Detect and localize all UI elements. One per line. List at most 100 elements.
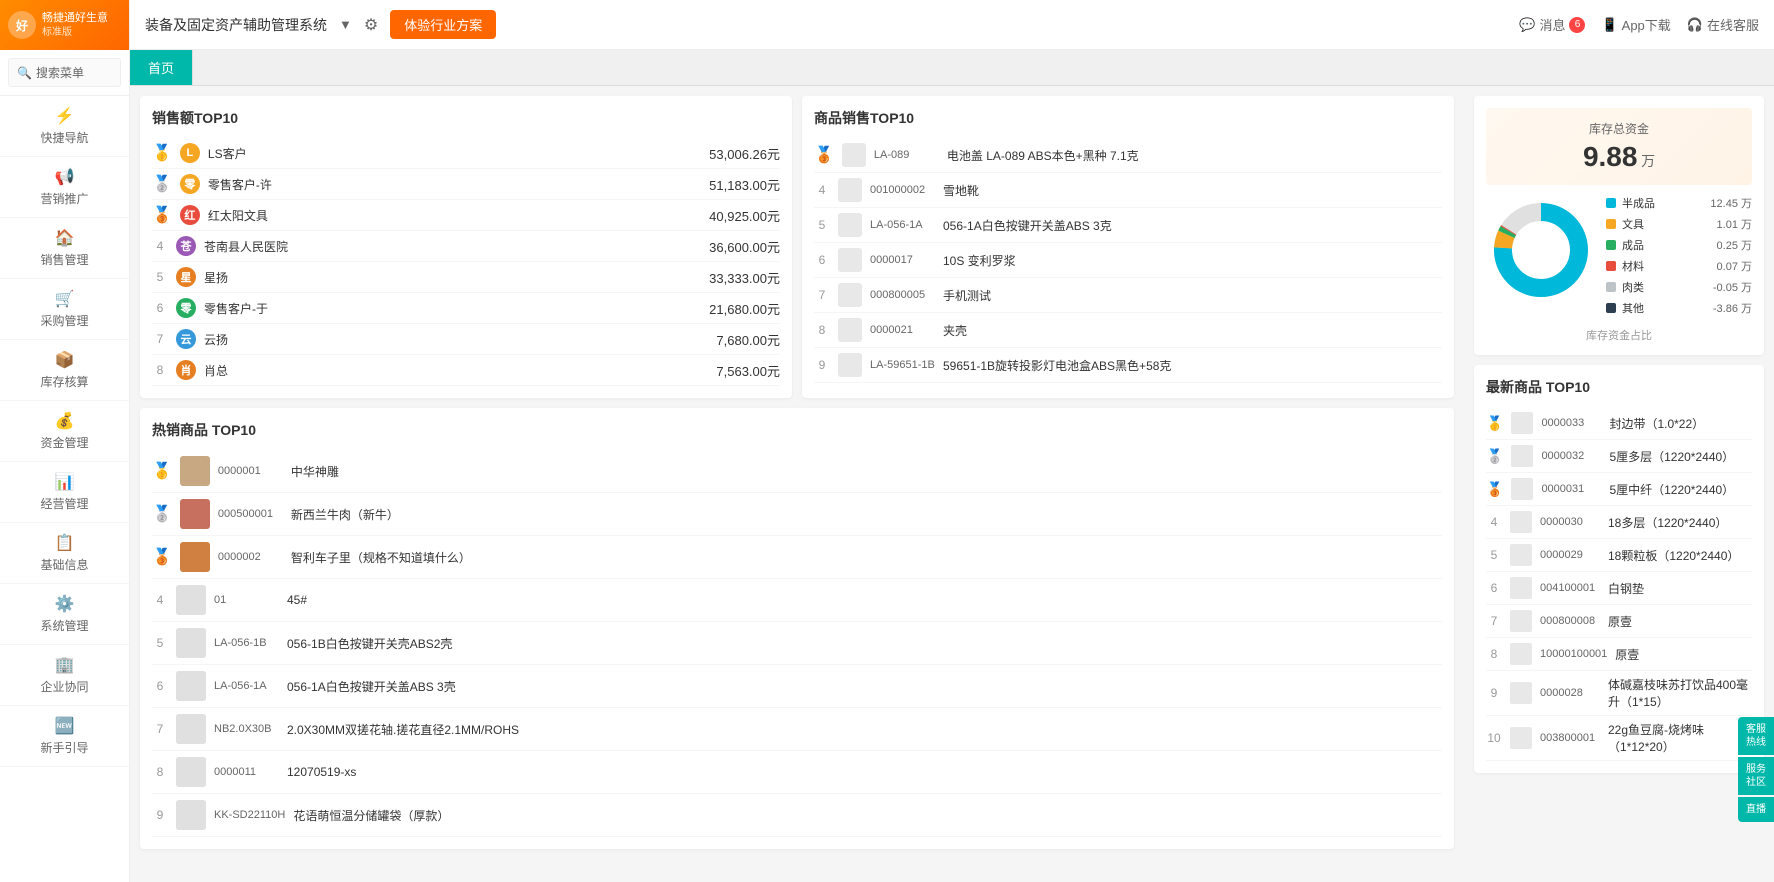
product-img [838,213,862,237]
sidebar-item-operation[interactable]: 📊 经营管理 [0,462,129,523]
sidebar-item-enterprise[interactable]: 🏢 企业协同 [0,645,129,706]
customer-amount: 33,333.00元 [709,268,780,287]
marketing-icon: 📢 [55,167,75,187]
hot-name: 056-1B白色按键开关壳ABS2壳 [287,635,1442,652]
newest-title: 最新商品 TOP10 [1486,377,1590,397]
float-buttons: 客服热线 服务社区 直播 [1738,717,1774,822]
newest-name: 原壹 [1608,613,1752,630]
sidebar: 好 畅捷通好生意 标准版 🔍 搜索菜单 ⚡ 快捷导航 📢 营销推广 🏠 销售管理… [0,0,130,882]
hot-code: 000500001 [218,508,283,520]
newest-name: 原壹 [1615,646,1752,663]
hot-code: LA-056-1A [214,680,279,692]
sidebar-item-purchase[interactable]: 🛒 采购管理 [0,279,129,340]
customer-name: 红太阳文具 [208,207,701,224]
hot-product-row: 5 LA-056-1B 056-1B白色按键开关壳ABS2壳 [152,622,1442,665]
customer-row: 5 星 星扬 33,333.00元 [152,262,780,293]
product-code: LA-59651-1B [870,359,935,371]
customer-amount: 36,600.00元 [709,237,780,256]
newest-name: 体碱嘉枝味苏打饮品400毫升（1*15） [1608,676,1752,710]
tab-home[interactable]: 首页 [130,50,193,85]
hot-product-row: 4 01 45# [152,579,1442,622]
app-download-button[interactable]: 📱 App下载 [1601,15,1670,34]
newest-product-row: 🥇 0000033 封边带（1.0*22） [1486,407,1752,440]
product-name: 雪地靴 [943,182,1442,199]
customer-amount: 21,680.00元 [709,299,780,318]
sale-product-row: 8 0000021 夹壳 [814,313,1442,348]
legend-item: 肉类 -0.05 万 [1606,279,1752,295]
hot-products-list: 🥇 0000001 中华神雕 🥈 000500001 新西兰牛肉（新牛） 🥉 0… [152,450,1442,837]
legend-dot [1606,198,1616,208]
legend-dot [1606,303,1616,313]
newest-product-img [1510,682,1532,704]
inventory-icon: 📦 [55,350,75,370]
trial-button[interactable]: 体验行业方案 [390,10,496,39]
customer-name: LS客户 [208,145,701,162]
customer-badge: 云 [176,329,196,349]
hot-product-img [180,499,210,529]
search-area[interactable]: 🔍 搜索菜单 [0,50,129,96]
float-service-btn[interactable]: 客服热线 [1738,717,1774,755]
sidebar-item-guide[interactable]: 🆕 新手引导 [0,706,129,767]
main-area: 装备及固定资产辅助管理系统 ▼ ⚙ 体验行业方案 💬 消息 6 📱 App下载 … [130,0,1774,882]
chart-legend: 半成品 12.45 万 文具 1.01 万 成品 0.25 万 材料 0.07 … [1486,195,1752,321]
legend-dot [1606,282,1616,292]
product-img [838,248,862,272]
page-tabs: 首页 [130,50,1774,86]
purchase-icon: 🛒 [55,289,75,309]
inventory-card: 库存总资金 9.88 万 [1474,96,1764,355]
customer-name: 零售客户-于 [204,300,701,317]
sidebar-item-quick[interactable]: ⚡ 快捷导航 [0,96,129,157]
search-button[interactable]: 🔍 搜索菜单 [8,58,121,87]
online-service-button[interactable]: 🎧 在线客服 [1687,15,1759,34]
hot-name: 智利车子里（规格不知道填什么） [291,549,1442,566]
top-customers-card: 销售额TOP10 🥇 L LS客户 53,006.26元 🥈 零 零售客户-许 … [140,96,792,398]
messages-button[interactable]: 💬 消息 6 [1519,15,1585,34]
newest-products-card: 最新商品 TOP10 🥇 0000033 封边带（1.0*22） 🥈 00000… [1474,365,1764,773]
sidebar-item-system[interactable]: ⚙️ 系统管理 [0,584,129,645]
hot-products-card: 热销商品 TOP10 🥇 0000001 中华神雕 🥈 000500001 新西… [140,408,1454,849]
sidebar-item-sales[interactable]: 🏠 销售管理 [0,218,129,279]
settings-icon[interactable]: ⚙ [364,15,378,35]
hot-name: 056-1A白色按键开关盖ABS 3壳 [287,678,1442,695]
message-icon: 💬 [1519,17,1535,33]
guide-icon: 🆕 [55,716,75,736]
dropdown-arrow[interactable]: ▼ [339,17,352,32]
hot-name: 12070519-xs [287,765,1442,779]
sale-product-row: 6 0000017 10S 变利罗浆 [814,243,1442,278]
inventory-label: 库存总资金 [1502,120,1736,137]
donut-chart [1486,195,1596,305]
legend-label: 材料 [1622,258,1644,274]
customer-badge: 红 [180,205,200,225]
sale-title: 商品销售TOP10 [814,108,914,128]
sidebar-item-marketing[interactable]: 📢 营销推广 [0,157,129,218]
float-community-btn[interactable]: 服务社区 [1738,757,1774,795]
newest-code: 0000032 [1541,450,1601,462]
hot-product-img [176,800,206,830]
sale-product-row: 7 000800005 手机测试 [814,278,1442,313]
operation-icon: 📊 [55,472,75,492]
product-img [838,353,862,377]
legend-label: 文具 [1622,216,1644,232]
float-live-btn[interactable]: 直播 [1738,797,1774,822]
hot-product-row: 9 KK-SD22110H 花语萌恒温分储罐袋（厚款） [152,794,1442,837]
sales-icon: 🏠 [55,228,75,248]
sale-product-row: 4 001000002 雪地靴 [814,173,1442,208]
product-name: 电池盖 LA-089 ABS本色+黑种 7.1克 [947,147,1442,164]
hot-name: 中华神雕 [291,463,1442,480]
newest-name: 5厘中纤（1220*2440） [1609,481,1752,498]
hot-code: 01 [214,594,279,606]
sidebar-item-basic[interactable]: 📋 基础信息 [0,523,129,584]
newest-code: 0000030 [1540,516,1600,528]
hot-name: 2.0X30MM双搓花轴.搓花直径2.1MM/ROHS [287,721,1442,738]
inventory-total: 库存总资金 9.88 万 [1486,108,1752,185]
product-name: 夹壳 [943,322,1442,339]
sidebar-item-finance[interactable]: 💰 资金管理 [0,401,129,462]
message-badge: 6 [1569,17,1585,33]
sidebar-item-inventory[interactable]: 📦 库存核算 [0,340,129,401]
finance-icon: 💰 [55,411,75,431]
newest-code: 003800001 [1540,732,1600,744]
customer-amount: 51,183.00元 [709,175,780,194]
customer-amount: 7,563.00元 [716,361,780,380]
right-panel: 库存总资金 9.88 万 [1464,86,1774,882]
hot-product-row: 🥉 0000002 智利车子里（规格不知道填什么） [152,536,1442,579]
